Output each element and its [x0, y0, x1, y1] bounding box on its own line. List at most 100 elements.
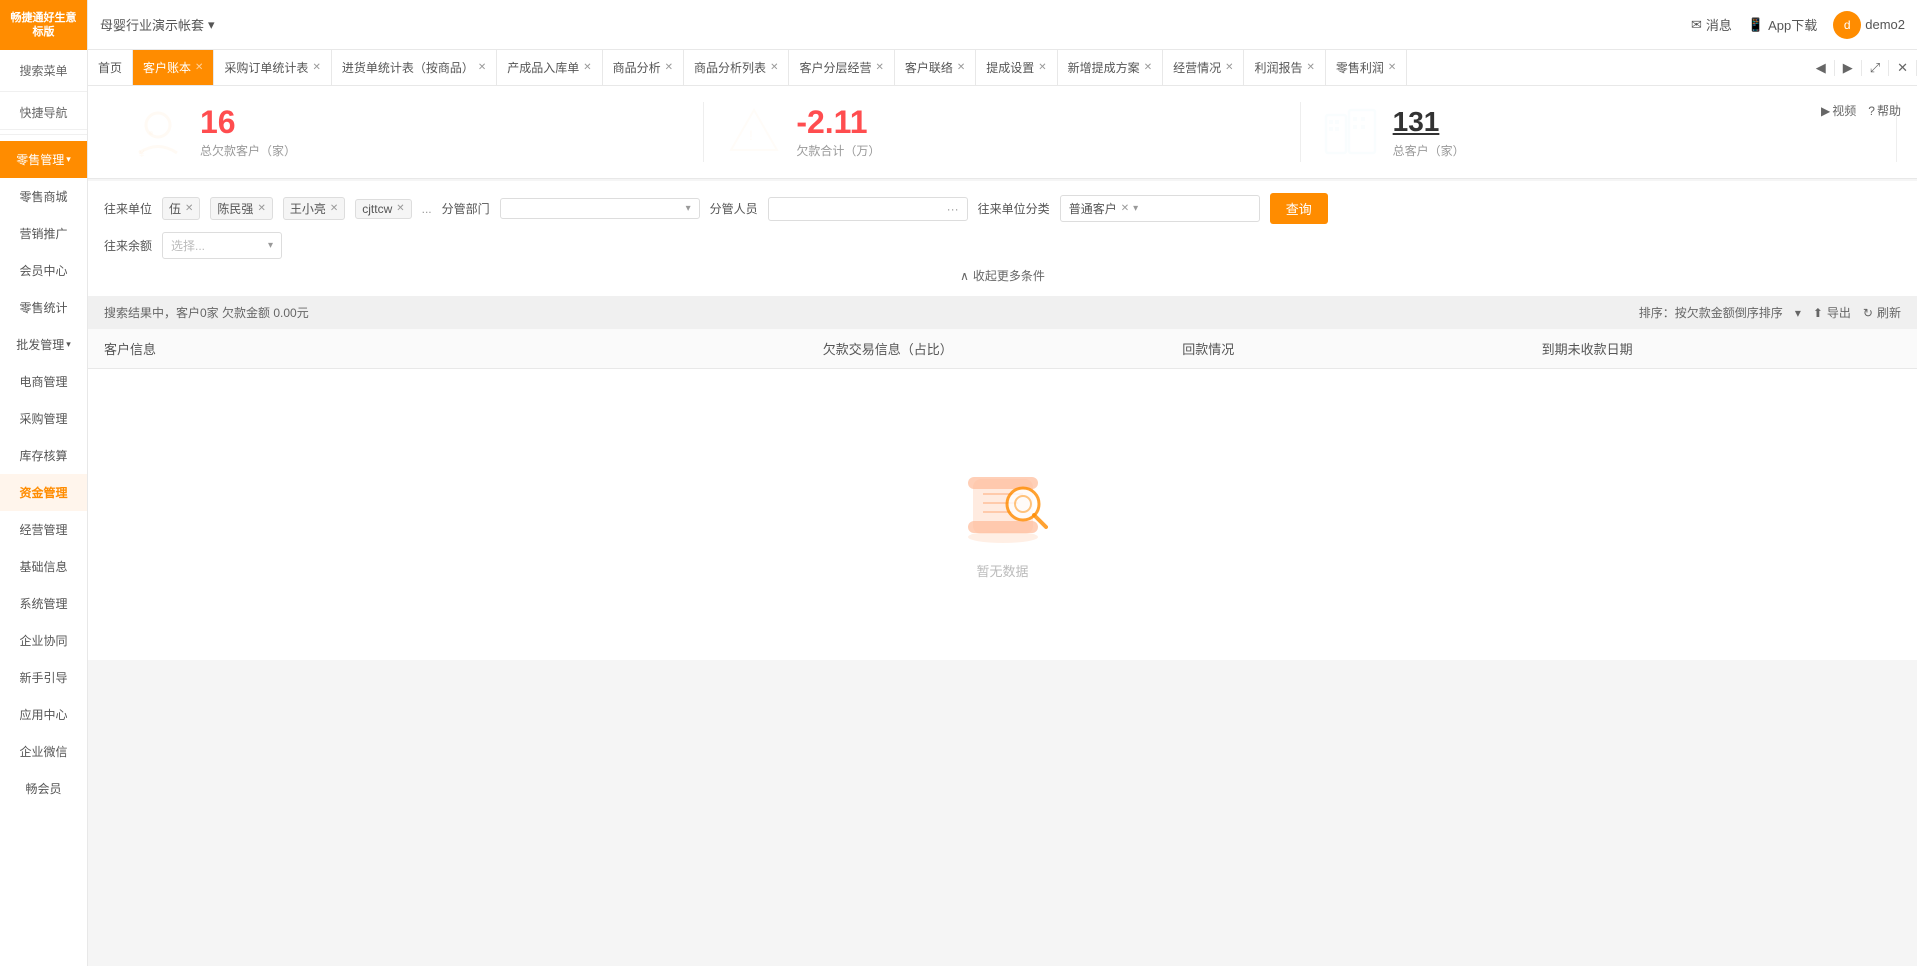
- sidebar: 畅捷通好生意 标版 搜索菜单 快捷导航 零售管理 ▾ 零售商城 营销推广 会员中…: [0, 0, 88, 966]
- sidebar-item-system[interactable]: 系统管理: [0, 585, 87, 622]
- tab-customer-tier[interactable]: 客户分层经营 ✕: [789, 50, 894, 85]
- sidebar-item-retail-management[interactable]: 零售管理 ▾: [0, 141, 87, 178]
- tab-goods-inbound-stats[interactable]: 进货单统计表（按商品） ✕: [332, 50, 497, 85]
- tab-close-icon[interactable]: ✕: [478, 62, 486, 73]
- sidebar-item-enterprise-wechat[interactable]: 企业微信: [0, 733, 87, 770]
- tab-purchase-order-stats[interactable]: 采购订单统计表 ✕: [214, 50, 331, 85]
- video-button[interactable]: ▶ 视频: [1821, 102, 1856, 119]
- sidebar-item-member-center[interactable]: 会员中心: [0, 252, 87, 289]
- collapse-button[interactable]: ∧ 收起更多条件: [960, 267, 1045, 284]
- unit-category-tag-close[interactable]: ✕: [1121, 203, 1129, 214]
- tab-close-all-button[interactable]: ✕: [1889, 60, 1917, 76]
- sidebar-item-marketing[interactable]: 营销推广: [0, 215, 87, 252]
- tab-operations[interactable]: 经营情况 ✕: [1163, 50, 1244, 85]
- unit-label: 往来单位: [104, 200, 152, 217]
- tab-prev-button[interactable]: ◀: [1808, 60, 1835, 76]
- sidebar-item-beginner[interactable]: 新手引导: [0, 659, 87, 696]
- tab-close-icon[interactable]: ✕: [1388, 62, 1396, 73]
- dept-label: 分管部门: [442, 200, 490, 217]
- filter-more-tags[interactable]: ...: [422, 202, 432, 216]
- user-avatar-button[interactable]: d demo2: [1833, 11, 1905, 39]
- sidebar-item-basic-info[interactable]: 基础信息: [0, 548, 87, 585]
- empty-illustration: [943, 449, 1063, 549]
- sidebar-item-retail-stats[interactable]: 零售统计: [0, 289, 87, 326]
- svg-text:¥: ¥: [138, 149, 145, 160]
- tab-home[interactable]: 首页: [88, 50, 133, 85]
- page-content: ¥ 16 总欠款客户（家） !: [88, 86, 1917, 966]
- filter-tag-wu-close[interactable]: ✕: [185, 203, 193, 214]
- filter-tag-wang: 王小亮 ✕: [283, 197, 345, 220]
- sidebar-item-operations[interactable]: 经营管理: [0, 511, 87, 548]
- tab-bar-end: ◀ ▶ ⤢ ✕: [1808, 60, 1917, 76]
- messages-button[interactable]: ✉ 消息: [1691, 15, 1732, 34]
- search-menu-button[interactable]: 搜索菜单: [6, 58, 81, 83]
- account-dropdown[interactable]: 母婴行业演示帐套 ▾: [100, 15, 215, 34]
- tab-customer-contact[interactable]: 客户联络 ✕: [895, 50, 976, 85]
- refresh-button[interactable]: ↻ 刷新: [1863, 304, 1901, 321]
- export-button[interactable]: ⬆ 导出: [1813, 304, 1851, 321]
- tab-close-icon[interactable]: ✕: [1038, 62, 1046, 73]
- sidebar-item-wholesale[interactable]: 批发管理 ▾: [0, 326, 87, 363]
- app-logo: 畅捷通好生意 标版: [0, 0, 87, 50]
- more-icon: ···: [947, 202, 959, 216]
- chevron-down-icon: ▾: [208, 17, 215, 33]
- table-col-repayment: 回款情况: [1182, 339, 1541, 358]
- chevron-down-icon: ▾: [66, 154, 71, 165]
- tab-close-icon[interactable]: ✕: [195, 62, 203, 73]
- filter-tag-cjttcw-close[interactable]: ✕: [396, 203, 404, 214]
- person-dropdown[interactable]: ···: [768, 197, 968, 221]
- tab-customer-account[interactable]: 客户账本 ✕: [133, 50, 214, 85]
- stats-bar: ¥ 16 总欠款客户（家） !: [88, 86, 1917, 179]
- dept-dropdown[interactable]: ▾: [500, 198, 700, 219]
- tab-commission-settings[interactable]: 提成设置 ✕: [976, 50, 1057, 85]
- tab-retail-profit[interactable]: 零售利润 ✕: [1326, 50, 1407, 85]
- debt-customers-value: 16: [200, 106, 296, 138]
- filter-tag-chen-close[interactable]: ✕: [257, 203, 265, 214]
- unit-category-dropdown[interactable]: 普通客户 ✕ ▾: [1060, 195, 1260, 222]
- tab-close-icon[interactable]: ✕: [665, 62, 673, 73]
- filter-row-1: 往来单位 伍 ✕ 陈民强 ✕ 王小亮 ✕ cjttcw: [104, 193, 1901, 224]
- balance-label: 往来余额: [104, 237, 152, 254]
- query-button[interactable]: 查询: [1270, 193, 1328, 224]
- video-icon: ▶: [1821, 104, 1830, 118]
- balance-dropdown[interactable]: 选择... ▾: [162, 232, 282, 259]
- sidebar-item-inventory[interactable]: 库存核算: [0, 437, 87, 474]
- stat-debt-customers: ¥ 16 总欠款客户（家）: [108, 102, 704, 162]
- sidebar-item-procurement[interactable]: 采购管理: [0, 400, 87, 437]
- stats-actions: ▶ 视频 ? 帮助: [1821, 102, 1901, 119]
- tab-close-icon[interactable]: ✕: [1225, 62, 1233, 73]
- logo-text: 畅捷通好生意 标版: [11, 11, 77, 40]
- debt-customers-icon: ¥: [128, 102, 188, 162]
- sidebar-item-retail-mall[interactable]: 零售商城: [0, 178, 87, 215]
- tab-close-icon[interactable]: ✕: [957, 62, 965, 73]
- filter-tag-wu: 伍 ✕: [162, 197, 200, 220]
- debt-total-value: -2.11: [796, 106, 880, 138]
- tab-close-icon[interactable]: ✕: [1307, 62, 1315, 73]
- app-download-button[interactable]: 📱 App下载: [1748, 15, 1817, 34]
- sidebar-item-app-center[interactable]: 应用中心: [0, 696, 87, 733]
- tab-goods-analysis-list[interactable]: 商品分析列表 ✕: [684, 50, 789, 85]
- tab-close-icon[interactable]: ✕: [770, 62, 778, 73]
- sidebar-item-enterprise-collab[interactable]: 企业协同: [0, 622, 87, 659]
- quick-nav-button[interactable]: 快捷导航: [0, 96, 87, 130]
- tab-next-button[interactable]: ▶: [1835, 60, 1862, 76]
- header-left: 母婴行业演示帐套 ▾: [100, 15, 215, 34]
- sidebar-item-capital[interactable]: 资金管理: [0, 474, 87, 511]
- tab-close-icon[interactable]: ✕: [583, 62, 591, 73]
- tab-close-icon[interactable]: ✕: [1144, 62, 1152, 73]
- sidebar-item-chang-member[interactable]: 畅会员: [0, 770, 87, 807]
- results-actions: 排序：按欠款金额倒序排序 ▾ ⬆ 导出 ↻ 刷新: [1639, 304, 1901, 321]
- tab-profit-report[interactable]: 利润报告 ✕: [1244, 50, 1325, 85]
- tab-expand-button[interactable]: ⤢: [1862, 60, 1889, 76]
- tab-new-commission-plan[interactable]: 新增提成方案 ✕: [1058, 50, 1163, 85]
- tab-goods-analysis[interactable]: 商品分析 ✕: [603, 50, 684, 85]
- filter-tag-wang-close[interactable]: ✕: [330, 203, 338, 214]
- sidebar-item-ecommerce[interactable]: 电商管理: [0, 363, 87, 400]
- tab-close-icon[interactable]: ✕: [312, 62, 320, 73]
- total-customers-value: 131: [1393, 106, 1465, 138]
- results-bar: 搜索结果中，客户0家 欠款金额 0.00元 排序：按欠款金额倒序排序 ▾ ⬆ 导…: [88, 296, 1917, 329]
- help-button[interactable]: ? 帮助: [1868, 102, 1901, 119]
- tab-product-inbound[interactable]: 产成品入库单 ✕: [497, 50, 602, 85]
- tab-close-icon[interactable]: ✕: [875, 62, 883, 73]
- debt-customers-label: 总欠款客户（家）: [200, 142, 296, 159]
